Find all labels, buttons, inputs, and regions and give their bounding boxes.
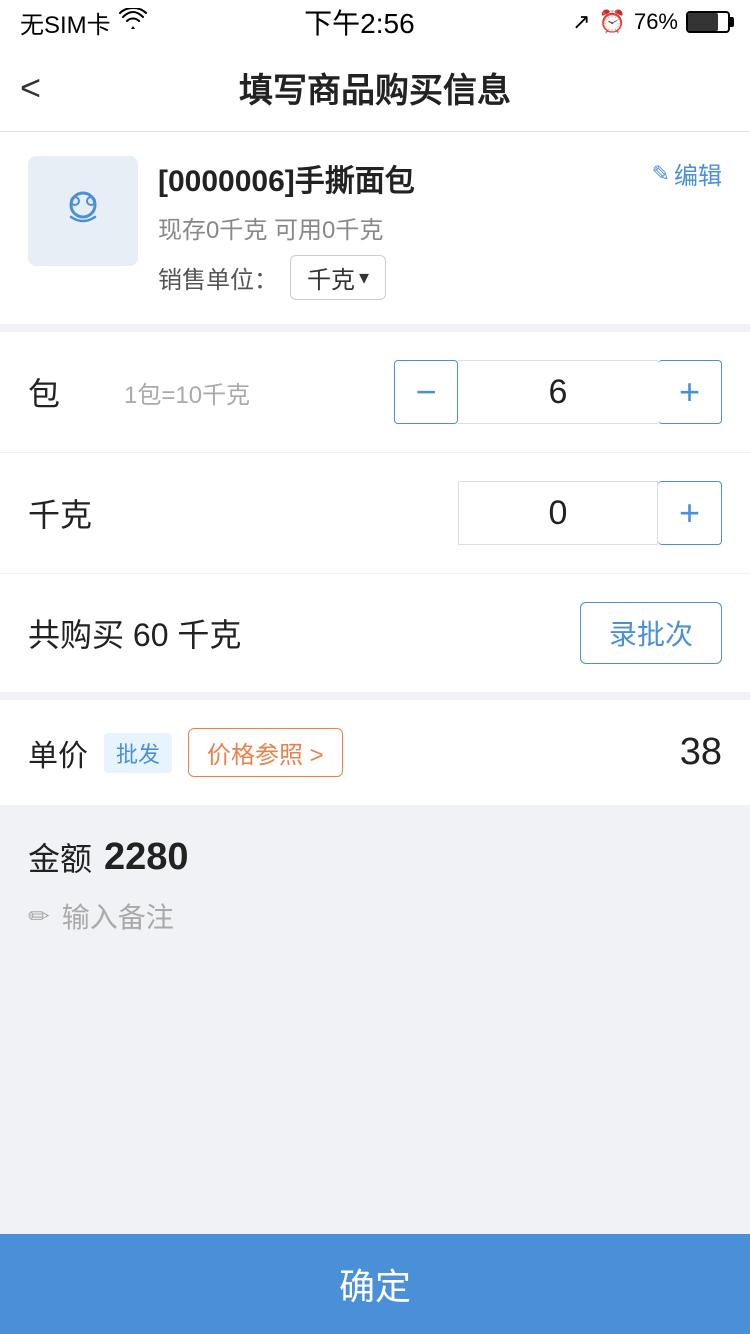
status-left: 无SIM卡 [20, 5, 147, 40]
pack-label: 包 [28, 369, 108, 415]
unit-label: 销售单位： [158, 260, 278, 295]
summary-row: 共购买 60 千克 录批次 [0, 574, 750, 700]
status-time: 下午2:56 [304, 2, 415, 42]
unit-value: 千克 [307, 260, 355, 295]
pack-minus-button[interactable]: − [394, 360, 458, 424]
minus-icon: − [415, 371, 436, 413]
pack-input-row: 包 1包=10千克 − + [0, 332, 750, 453]
plus-icon: + [679, 371, 700, 413]
confirm-button[interactable]: 确定 [0, 1234, 750, 1334]
product-image [28, 156, 138, 266]
pencil-icon: ✏ [28, 901, 50, 932]
page-title: 填写商品购买信息 [239, 63, 511, 112]
price-label: 单价 [28, 731, 88, 775]
kg-input-row: 千克 + [0, 453, 750, 574]
kg-plus-button[interactable]: + [658, 481, 722, 545]
batch-button[interactable]: 录批次 [580, 602, 722, 664]
carrier-text: 无SIM卡 [20, 5, 111, 40]
nav-bar: < 填写商品购买信息 [0, 44, 750, 132]
kg-controls: + [458, 481, 722, 545]
product-card: [0000006]手撕面包 现存0千克 可用0千克 销售单位： 千克 ▾ ✎ 编… [0, 132, 750, 332]
product-unit-row: 销售单位： 千克 ▾ [158, 255, 722, 300]
pack-hint: 1包=10千克 [124, 375, 378, 410]
battery-icon [686, 11, 730, 33]
status-right: ↗ ⏰ 76% [572, 9, 730, 35]
plus-icon-kg: + [679, 492, 700, 534]
alarm-icon: ⏰ [599, 9, 626, 35]
unit-select[interactable]: 千克 ▾ [290, 255, 386, 300]
pack-input[interactable] [458, 360, 658, 424]
pack-controls: − + [394, 360, 722, 424]
price-row: 单价 批发 价格参照 > 38 [0, 700, 750, 806]
price-section: 单价 批发 价格参照 > 38 [0, 700, 750, 806]
amount-label: 金额 [28, 834, 92, 880]
price-ref-button[interactable]: 价格参照 > [188, 728, 343, 777]
summary-text: 共购买 60 千克 [28, 610, 241, 656]
product-info: [0000006]手撕面包 现存0千克 可用0千克 销售单位： 千克 ▾ [158, 156, 722, 300]
amount-row: 金额 2280 [28, 834, 722, 880]
remark-placeholder: 输入备注 [62, 896, 174, 936]
price-value: 38 [680, 731, 722, 774]
price-badge: 批发 [104, 733, 172, 773]
input-section: 包 1包=10千克 − + 千克 + [0, 332, 750, 574]
back-button[interactable]: < [20, 67, 41, 109]
empty-area [0, 956, 750, 1276]
remark-row[interactable]: ✏ 输入备注 [28, 896, 722, 956]
product-name: [0000006]手撕面包 [158, 156, 722, 200]
kg-input[interactable] [458, 481, 658, 545]
status-bar: 无SIM卡 下午2:56 ↗ ⏰ 76% [0, 0, 750, 44]
edit-button[interactable]: ✎ 编辑 [652, 156, 722, 191]
pack-plus-button[interactable]: + [658, 360, 722, 424]
amount-section: 金额 2280 ✏ 输入备注 [0, 806, 750, 956]
edit-label: 编辑 [674, 156, 722, 191]
chevron-down-icon: ▾ [359, 265, 369, 290]
amount-value: 2280 [104, 836, 189, 879]
kg-label: 千克 [28, 490, 108, 536]
battery-text: 76% [634, 9, 678, 35]
edit-icon: ✎ [652, 161, 670, 187]
location-icon: ↗ [572, 9, 590, 35]
wifi-icon [119, 8, 147, 36]
product-stock: 现存0千克 可用0千克 [158, 210, 722, 245]
